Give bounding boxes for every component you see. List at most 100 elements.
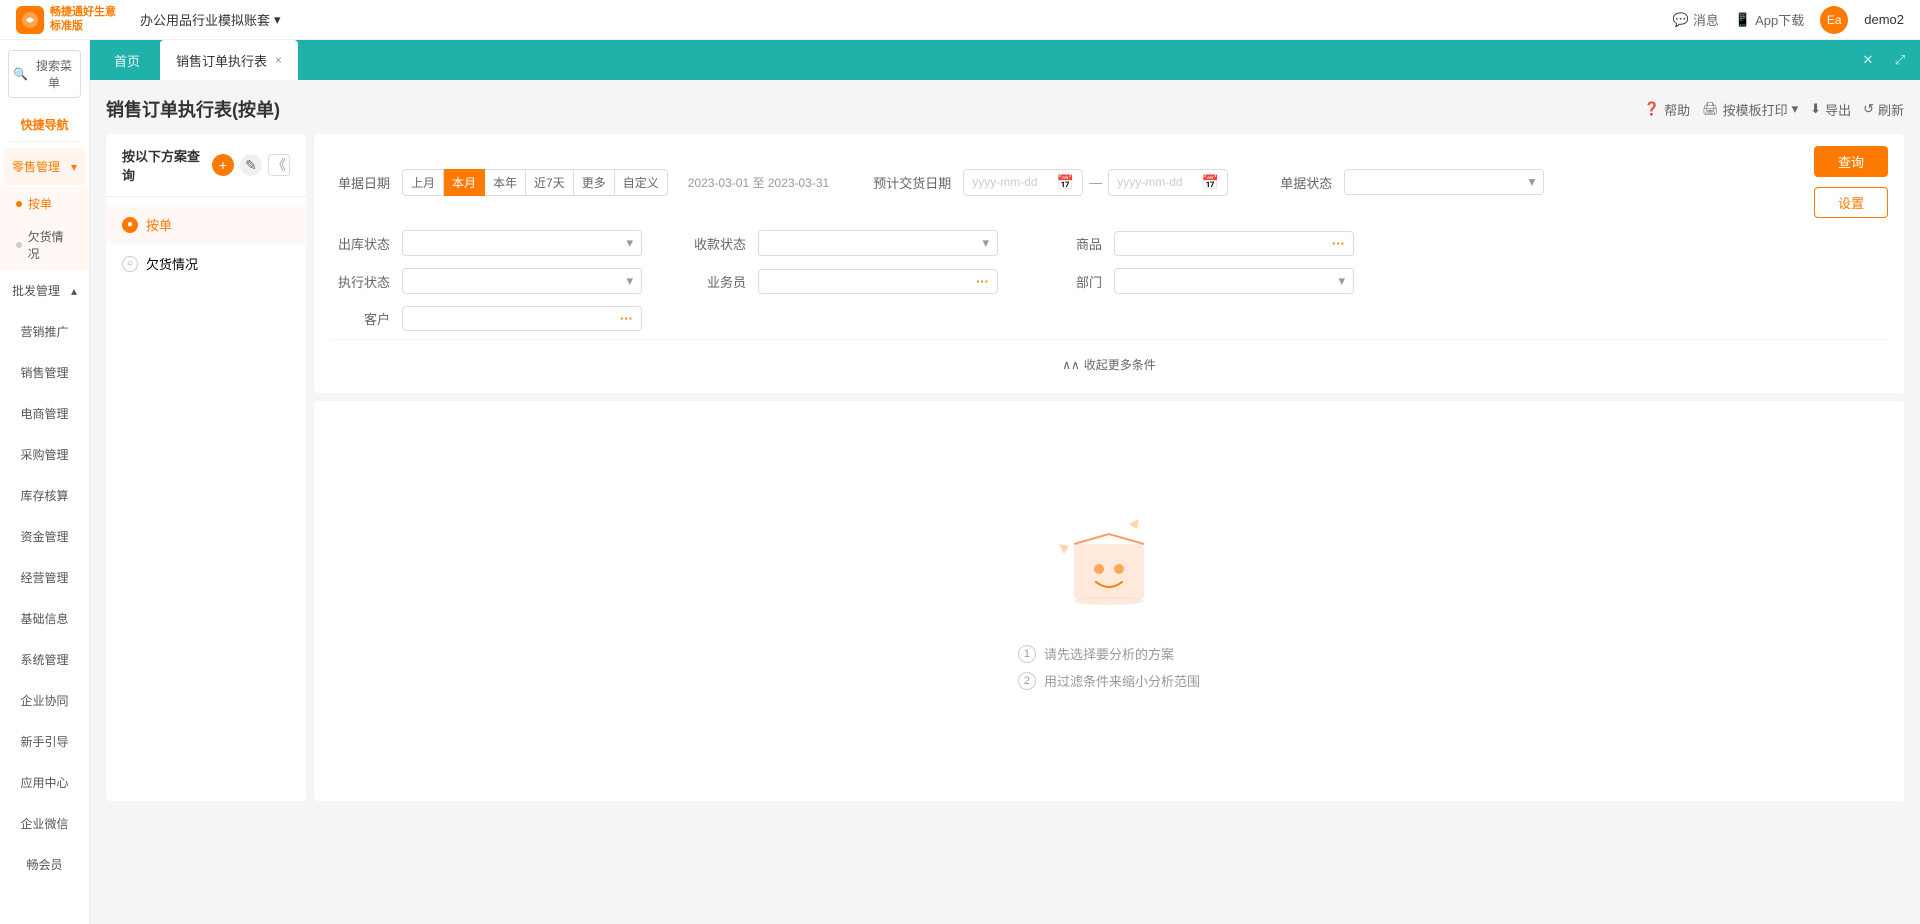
expected-date-start[interactable]: yyyy-mm-dd 📅: [963, 169, 1083, 196]
dept-chevron: ▾: [1338, 273, 1345, 289]
top-bar-left: 畅捷通好生意 标准版 办公用品行业模拟账套 ▾: [16, 6, 281, 34]
inactive-dot: [16, 242, 22, 248]
sidebar-item-member[interactable]: 畅会员: [4, 846, 85, 883]
date-btn-this-month[interactable]: 本月: [444, 169, 485, 196]
sidebar: 🔍 搜索菜单 快捷导航 零售管理 ▾ 按单 欠货情况 批发管理 ▴ 营销推: [0, 40, 90, 924]
calendar-icon-end: 📅: [1202, 174, 1219, 191]
tab-sales-order[interactable]: 销售订单执行表 ×: [160, 40, 298, 80]
search-menu-btn[interactable]: 🔍 搜索菜单: [8, 50, 81, 98]
date-btn-more[interactable]: 更多: [574, 169, 615, 196]
date-dash: —: [1089, 175, 1102, 190]
receipt-status-label: 收款状态: [686, 234, 746, 253]
sidebar-item-sales[interactable]: 销售管理: [4, 354, 85, 391]
scheme-panel-header: 按以下方案查询 + ✎ 《: [106, 134, 306, 197]
scheme-active-icon: ●: [122, 217, 138, 233]
goods-dots: ···: [1332, 236, 1345, 251]
status-label: 单据状态: [1272, 173, 1332, 192]
sidebar-item-system[interactable]: 系统管理: [4, 641, 85, 678]
tip-num-2: 2: [1018, 672, 1036, 690]
expected-date-end[interactable]: yyyy-mm-dd 📅: [1108, 169, 1228, 196]
sidebar-item-apps[interactable]: 应用中心: [4, 764, 85, 801]
goods-select[interactable]: ···: [1114, 231, 1354, 256]
sidebar-item-newbie[interactable]: 新手引导: [4, 723, 85, 760]
query-btn[interactable]: 查询: [1814, 146, 1888, 177]
page-title: 销售订单执行表(按单): [106, 96, 280, 122]
page-action-group: ❓ 帮助 🖨 按模板打印 ▾ ⬇ 导出 ↺ 刷新: [1644, 100, 1904, 119]
status-chevron-btn[interactable]: ▾: [1521, 170, 1544, 194]
top-bar: 畅捷通好生意 标准版 办公用品行业模拟账套 ▾ 💬 消息 📱 App下载 Ea …: [0, 0, 1920, 40]
sidebar-item-retail[interactable]: 零售管理 ▾: [4, 148, 85, 185]
empty-illustration: [1049, 504, 1169, 624]
date-btn-this-year[interactable]: 本年: [485, 169, 526, 196]
scheme-inactive-icon: ○: [122, 256, 138, 272]
sidebar-item-wholesale[interactable]: 批发管理 ▴: [4, 272, 85, 309]
out-status-select[interactable]: ▾: [402, 230, 642, 256]
receipt-status-chevron: ▾: [982, 235, 989, 251]
receipt-status-select[interactable]: ▾: [758, 230, 998, 256]
print-btn[interactable]: 🖨 按模板打印 ▾: [1702, 100, 1798, 119]
logo-icon: [16, 6, 44, 34]
sidebar-item-wechat[interactable]: 企业微信: [4, 805, 85, 842]
expected-date-input-group: yyyy-mm-dd 📅 — yyyy-mm-dd 📅: [963, 169, 1228, 196]
sidebar-item-operations[interactable]: 经营管理: [4, 559, 85, 596]
phone-icon: 📱: [1735, 12, 1751, 28]
tab-close-icon[interactable]: ×: [275, 53, 282, 67]
exec-status-select[interactable]: ▾: [402, 268, 642, 294]
sidebar-sub-item-orders[interactable]: 按单: [0, 187, 89, 220]
setting-btn[interactable]: 设置: [1814, 187, 1888, 218]
out-status-label: 出库状态: [330, 234, 390, 253]
industry-name: 办公用品行业模拟账套: [140, 10, 270, 29]
date-btn-7days[interactable]: 近7天: [526, 169, 574, 196]
page-title-bar: 销售订单执行表(按单) ❓ 帮助 🖨 按模板打印 ▾ ⬇ 导出: [106, 96, 1904, 122]
sidebar-item-ecommerce[interactable]: 电商管理: [4, 395, 85, 432]
collapse-row: ∧∧ 收起更多条件: [330, 339, 1888, 381]
dept-select[interactable]: ▾: [1114, 268, 1354, 294]
sidebar-search: 🔍 搜索菜单: [0, 40, 89, 108]
sidebar-item-quick-nav[interactable]: 快捷导航: [0, 108, 89, 137]
edit-scheme-btn[interactable]: ✎: [240, 154, 262, 176]
message-btn[interactable]: 💬 消息: [1673, 10, 1719, 29]
customer-select[interactable]: ···: [402, 306, 642, 331]
status-input[interactable]: ▾: [1344, 169, 1544, 195]
date-btn-last-month[interactable]: 上月: [402, 169, 444, 196]
logo-text: 畅捷通好生意 标准版: [50, 6, 116, 32]
collapse-panel-btn[interactable]: 《: [268, 154, 290, 176]
user-name[interactable]: demo2: [1864, 12, 1904, 27]
date-label: 单据日期: [330, 173, 390, 192]
salesman-select[interactable]: ···: [758, 269, 998, 294]
sidebar-item-purchase[interactable]: 采购管理: [4, 436, 85, 473]
close-window-btn[interactable]: ✕: [1856, 48, 1880, 72]
calendar-icon-start: 📅: [1057, 174, 1074, 191]
add-scheme-btn[interactable]: +: [212, 154, 234, 176]
chevron-icon: ▾: [71, 160, 77, 174]
empty-tip-2: 2 用过滤条件来缩小分析范围: [1018, 671, 1200, 690]
industry-selector[interactable]: 办公用品行业模拟账套 ▾: [140, 10, 281, 29]
date-placeholder-start: yyyy-mm-dd: [972, 175, 1037, 189]
salesman-dots: ···: [976, 274, 989, 289]
tab-home[interactable]: 首页: [98, 40, 156, 80]
avatar: Ea: [1820, 6, 1848, 34]
sidebar-item-basic[interactable]: 基础信息: [4, 600, 85, 637]
sidebar-item-inventory[interactable]: 库存核算: [4, 477, 85, 514]
scheme-item-orders[interactable]: ● 按单: [106, 205, 306, 244]
tip-num-1: 1: [1018, 645, 1036, 663]
status-text-input[interactable]: [1345, 171, 1520, 193]
date-btn-custom[interactable]: 自定义: [615, 169, 668, 196]
sidebar-sub-item-debt[interactable]: 欠货情况: [0, 220, 89, 270]
help-btn[interactable]: ❓ 帮助: [1644, 100, 1690, 119]
app-download-btn[interactable]: 📱 App下载: [1735, 10, 1804, 29]
sidebar-item-corp[interactable]: 企业协同: [4, 682, 85, 719]
sidebar-item-finance[interactable]: 资金管理: [4, 518, 85, 555]
export-icon: ⬇: [1810, 101, 1821, 117]
logo-area: 畅捷通好生意 标准版: [16, 6, 116, 34]
export-btn[interactable]: ⬇ 导出: [1810, 100, 1851, 119]
scheme-item-debt[interactable]: ○ 欠货情况: [106, 244, 306, 283]
date-range-text: 2023-03-01 至 2023-03-31: [688, 174, 829, 191]
empty-tips: 1 请先选择要分析的方案 2 用过滤条件来缩小分析范围: [1018, 644, 1200, 698]
collapse-icon: ∧∧: [1062, 358, 1080, 372]
message-icon: 💬: [1673, 12, 1689, 28]
maximize-btn[interactable]: ⤢: [1888, 48, 1912, 72]
sidebar-item-marketing[interactable]: 营销推广: [4, 313, 85, 350]
collapse-btn[interactable]: ∧∧ 收起更多条件: [1054, 348, 1164, 381]
refresh-btn[interactable]: ↺ 刷新: [1863, 100, 1904, 119]
